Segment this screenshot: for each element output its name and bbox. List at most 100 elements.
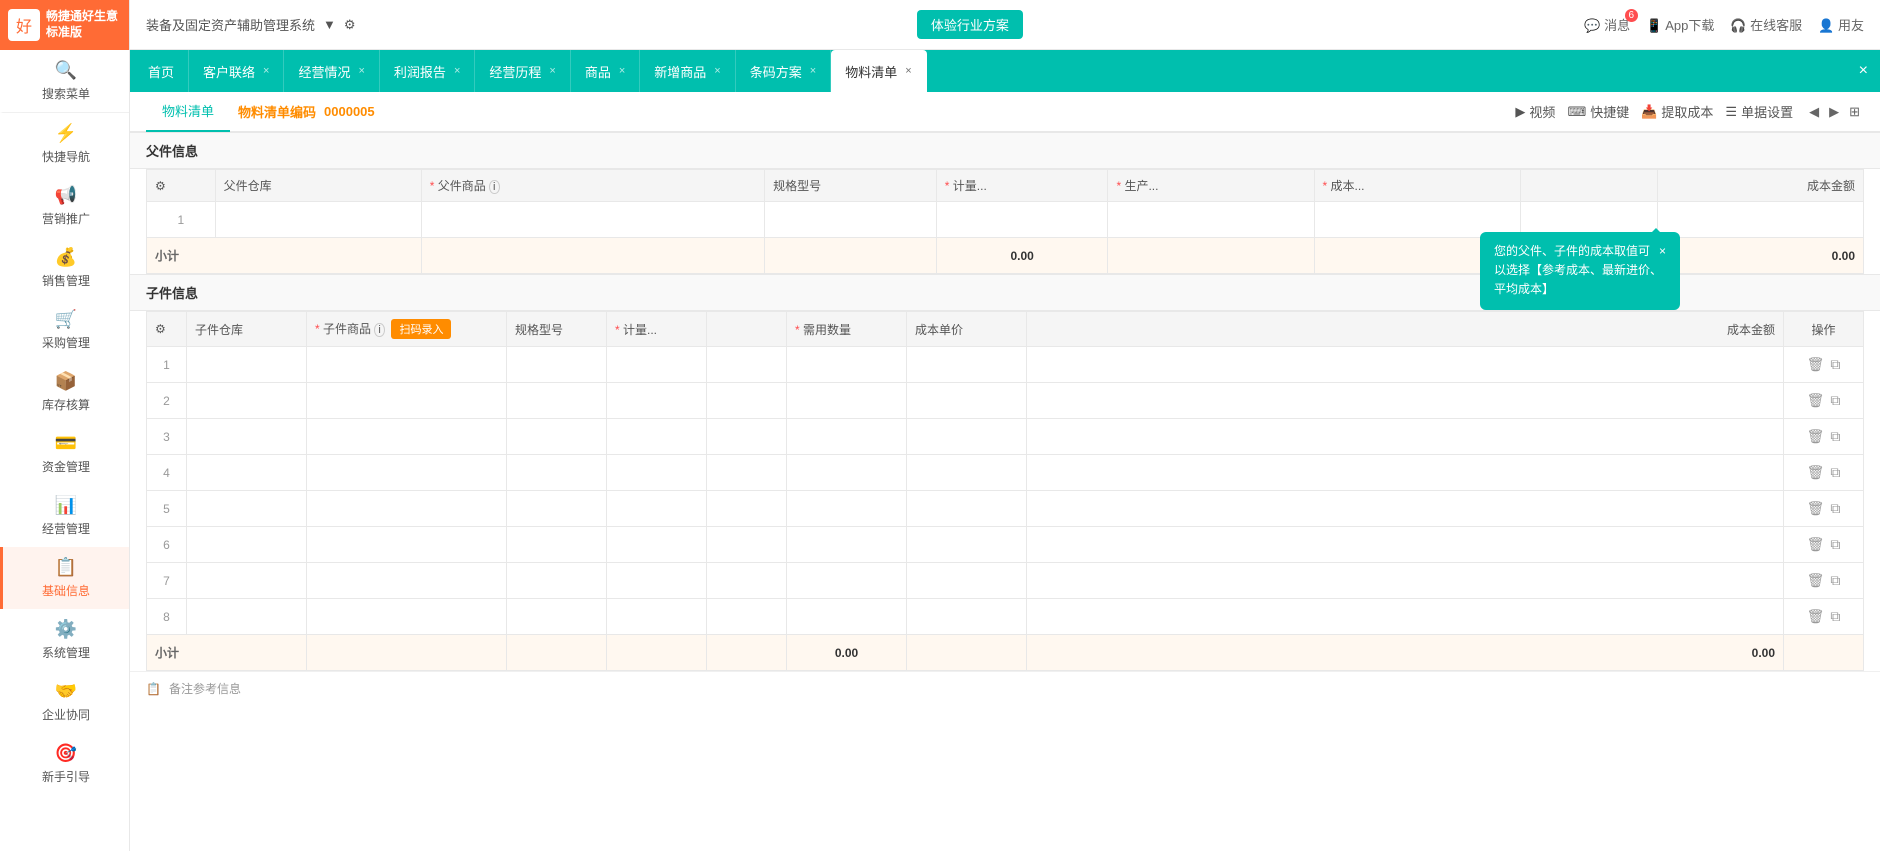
child-product-3[interactable] [307, 419, 507, 455]
scan-btn[interactable]: 扫码录入 [391, 319, 451, 339]
experience-btn[interactable]: 体验行业方案 [917, 10, 1023, 39]
dropdown-arrow[interactable]: ▼ [323, 17, 336, 32]
next-arrow-icon[interactable]: ▶ [1825, 102, 1843, 122]
sidebar-item-purchase[interactable]: 🛒 采购管理 [0, 299, 129, 361]
child-spec-5[interactable] [507, 491, 607, 527]
child-unitcost-7[interactable] [907, 563, 1027, 599]
child-product-4[interactable] [307, 455, 507, 491]
tab-customers[interactable]: 客户联络 × [189, 50, 284, 92]
sidebar-item-marketing[interactable]: 📢 营销推广 [0, 175, 129, 237]
parent-spec-1[interactable] [765, 202, 937, 238]
child-unit-2[interactable] [607, 383, 707, 419]
tab-operations-close[interactable]: × [358, 65, 364, 77]
child-spec-8[interactable] [507, 599, 607, 635]
sidebar-item-sales[interactable]: 💰 销售管理 [0, 237, 129, 299]
child-spec-2[interactable] [507, 383, 607, 419]
app-download[interactable]: 📱 App下载 [1646, 15, 1714, 34]
tab-home[interactable]: 首页 [134, 50, 189, 92]
sidebar-item-guide[interactable]: 🎯 新手引导 [0, 733, 129, 795]
tab-bom[interactable]: 物料清单 × [831, 50, 926, 92]
child-warehouse-6[interactable] [187, 527, 307, 563]
copy-icon-2[interactable]: ⧉ [1830, 392, 1840, 409]
child-product-8[interactable] [307, 599, 507, 635]
cost-btn[interactable]: 📥 提取成本 [1641, 102, 1713, 121]
child-unitcost-8[interactable] [907, 599, 1027, 635]
tab-history[interactable]: 经营历程 × [475, 50, 570, 92]
copy-icon-1[interactable]: ⧉ [1830, 356, 1840, 373]
tab-products-close[interactable]: × [619, 65, 625, 77]
tab-barcode-close[interactable]: × [810, 65, 816, 77]
delete-icon-6[interactable]: 🗑 [1807, 536, 1825, 553]
child-warehouse-5[interactable] [187, 491, 307, 527]
tab-barcode[interactable]: 条码方案 × [736, 50, 831, 92]
child-unitcost-5[interactable] [907, 491, 1027, 527]
child-unit-3[interactable] [607, 419, 707, 455]
delete-icon-5[interactable]: 🗑 [1807, 500, 1825, 517]
shortcut-btn[interactable]: ⌨ 快捷键 [1567, 102, 1629, 121]
child-unitcost-4[interactable] [907, 455, 1027, 491]
tab-profit[interactable]: 利润报告 × [380, 50, 475, 92]
child-warehouse-2[interactable] [187, 383, 307, 419]
copy-icon-8[interactable]: ⧉ [1830, 608, 1840, 625]
prev-arrow-icon[interactable]: ◀ [1805, 102, 1823, 122]
child-warehouse-4[interactable] [187, 455, 307, 491]
expand-icon[interactable]: ⊞ [1845, 102, 1864, 122]
tab-bom-close[interactable]: × [905, 65, 911, 77]
sidebar-item-system[interactable]: ⚙️ 系统管理 [0, 609, 129, 671]
sidebar-item-search[interactable]: 🔍 搜索菜单 [0, 50, 129, 113]
child-product-1[interactable] [307, 347, 507, 383]
child-spec-3[interactable] [507, 419, 607, 455]
child-warehouse-8[interactable] [187, 599, 307, 635]
sidebar-item-operations[interactable]: 📊 经营管理 [0, 485, 129, 547]
delete-icon-1[interactable]: 🗑 [1807, 356, 1825, 373]
close-all-tabs[interactable]: × [1851, 62, 1876, 80]
child-unitcost-1[interactable] [907, 347, 1027, 383]
child-qty-3[interactable] [787, 419, 907, 455]
delete-icon-7[interactable]: 🗑 [1807, 572, 1825, 589]
sidebar-item-collab[interactable]: 🤝 企业协同 [0, 671, 129, 733]
tab-customers-close[interactable]: × [263, 65, 269, 77]
child-unitcost-2[interactable] [907, 383, 1027, 419]
sidebar-item-quicknav[interactable]: ⚡ 快捷导航 [0, 113, 129, 175]
child-qty-6[interactable] [787, 527, 907, 563]
tab-history-close[interactable]: × [549, 65, 555, 77]
tab-new-product[interactable]: 新增商品 × [640, 50, 735, 92]
view-btn[interactable]: ▶ 视频 [1515, 102, 1555, 121]
child-qty-1[interactable] [787, 347, 907, 383]
child-unit-8[interactable] [607, 599, 707, 635]
child-product-6[interactable] [307, 527, 507, 563]
child-qty-7[interactable] [787, 563, 907, 599]
delete-icon-4[interactable]: 🗑 [1807, 464, 1825, 481]
child-warehouse-1[interactable] [187, 347, 307, 383]
tab-profit-close[interactable]: × [454, 65, 460, 77]
child-qty-8[interactable] [787, 599, 907, 635]
tab-new-product-close[interactable]: × [714, 65, 720, 77]
child-product-5[interactable] [307, 491, 507, 527]
copy-icon-4[interactable]: ⧉ [1830, 464, 1840, 481]
child-unit-4[interactable] [607, 455, 707, 491]
settings-gear-icon[interactable]: ⚙ [344, 17, 356, 33]
sidebar-item-finance[interactable]: 💳 资金管理 [0, 423, 129, 485]
child-unit-6[interactable] [607, 527, 707, 563]
copy-icon-6[interactable]: ⧉ [1830, 536, 1840, 553]
child-qty-2[interactable] [787, 383, 907, 419]
online-service[interactable]: 🎧 在线客服 [1730, 15, 1802, 34]
parent-product-1[interactable] [421, 202, 764, 238]
child-product-7[interactable] [307, 563, 507, 599]
child-unitcost-3[interactable] [907, 419, 1027, 455]
sidebar-item-inventory[interactable]: 📦 库存核算 [0, 361, 129, 423]
tab-products[interactable]: 商品 × [571, 50, 640, 92]
message-badge-wrap[interactable]: 💬 6 消息 [1584, 15, 1630, 34]
copy-icon-3[interactable]: ⧉ [1830, 428, 1840, 445]
child-qty-4[interactable] [787, 455, 907, 491]
copy-icon-7[interactable]: ⧉ [1830, 572, 1840, 589]
tab-operations[interactable]: 经营情况 × [284, 50, 379, 92]
child-spec-6[interactable] [507, 527, 607, 563]
delete-icon-2[interactable]: 🗑 [1807, 392, 1825, 409]
child-spec-1[interactable] [507, 347, 607, 383]
parent-produce-1[interactable] [1108, 202, 1314, 238]
child-warehouse-7[interactable] [187, 563, 307, 599]
child-unit-7[interactable] [607, 563, 707, 599]
user-info[interactable]: 👤 用友 [1818, 15, 1864, 34]
child-product-2[interactable] [307, 383, 507, 419]
